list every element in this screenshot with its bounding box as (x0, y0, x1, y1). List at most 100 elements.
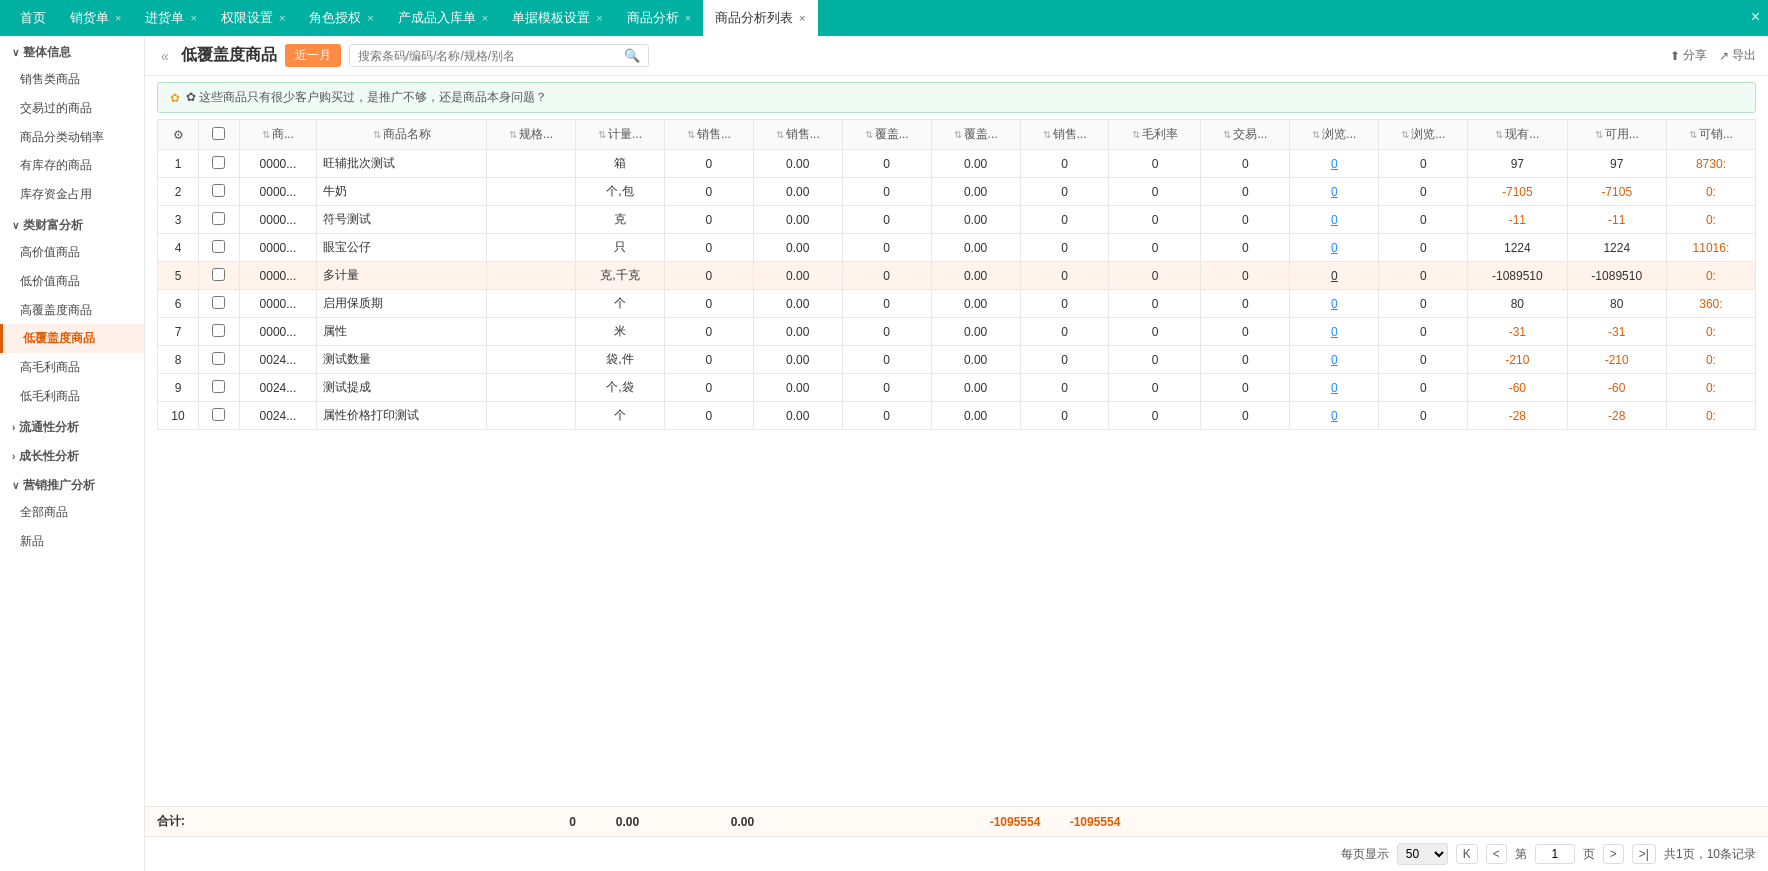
cell-browse1[interactable]: 0 (1290, 262, 1379, 290)
sidebar-group-marketing[interactable]: ∨ 营销推广分析 (0, 469, 144, 498)
row-checkbox[interactable] (212, 212, 225, 225)
sidebar-item-low-value[interactable]: 低价值商品 (0, 267, 144, 296)
col-sales-amount[interactable]: ⇅销售... (753, 120, 842, 150)
nav-product-analysis[interactable]: 商品分析 × (615, 0, 703, 36)
cell-checkbox[interactable] (199, 234, 240, 262)
cell-browse1[interactable]: 0 (1290, 290, 1379, 318)
cell-browse1[interactable]: 0 (1290, 346, 1379, 374)
col-coverage1[interactable]: ⇅覆盖... (842, 120, 931, 150)
cell-checkbox[interactable] (199, 346, 240, 374)
sidebar-item-category-rate[interactable]: 商品分类动销率 (0, 123, 144, 152)
cell-sales-amount: 0.00 (753, 234, 842, 262)
prev-page-button[interactable]: < (1486, 844, 1507, 864)
sidebar-item-low-margin[interactable]: 低毛利商品 (0, 382, 144, 411)
sidebar-item-sales-products[interactable]: 销售类商品 (0, 65, 144, 94)
cell-browse1[interactable]: 0 (1290, 402, 1379, 430)
sidebar-item-high-coverage[interactable]: 高覆盖度商品 (0, 296, 144, 325)
cell-checkbox[interactable] (199, 150, 240, 178)
cell-checkbox[interactable] (199, 262, 240, 290)
page-label: 页 (1583, 846, 1595, 863)
nav-product-analysis-list[interactable]: 商品分析列表 × (703, 0, 817, 36)
cell-checkbox[interactable] (199, 402, 240, 430)
cell-checkbox[interactable] (199, 206, 240, 234)
cell-browse1[interactable]: 0 (1290, 234, 1379, 262)
close-purchase-order-icon[interactable]: × (190, 12, 196, 24)
sidebar-item-traded-products[interactable]: 交易过的商品 (0, 94, 144, 123)
col-gross-margin[interactable]: ⇅毛利率 (1109, 120, 1201, 150)
cell-browse1[interactable]: 0 (1290, 150, 1379, 178)
sidebar-item-all-products[interactable]: 全部商品 (0, 498, 144, 527)
col-sales-count[interactable]: ⇅销售... (664, 120, 753, 150)
share-button[interactable]: ⬆ 分享 (1670, 47, 1707, 64)
row-checkbox[interactable] (212, 240, 225, 253)
close-product-inbound-icon[interactable]: × (482, 12, 488, 24)
sidebar-item-new-products[interactable]: 新品 (0, 527, 144, 556)
sidebar-item-high-value[interactable]: 高价值商品 (0, 238, 144, 267)
cell-checkbox[interactable] (199, 178, 240, 206)
cell-browse1[interactable]: 0 (1290, 206, 1379, 234)
sidebar-group-overall[interactable]: ∨ 整体信息 (0, 36, 144, 65)
sidebar-group-liquidity[interactable]: › 流通性分析 (0, 411, 144, 440)
col-trade[interactable]: ⇅交易... (1201, 120, 1290, 150)
search-icon[interactable]: 🔍 (624, 48, 640, 63)
col-available[interactable]: ⇅可用... (1567, 120, 1666, 150)
col-spec[interactable]: ⇅规格... (487, 120, 576, 150)
next-page-button[interactable]: > (1603, 844, 1624, 864)
col-browse2[interactable]: ⇅浏览... (1379, 120, 1468, 150)
col-unit[interactable]: ⇅计量... (576, 120, 665, 150)
close-template-settings-icon[interactable]: × (596, 12, 602, 24)
row-checkbox[interactable] (212, 352, 225, 365)
row-checkbox[interactable] (212, 156, 225, 169)
nav-role-auth[interactable]: 角色授权 × (297, 0, 385, 36)
last-page-button[interactable]: >| (1632, 844, 1656, 864)
cell-browse1[interactable]: 0 (1290, 318, 1379, 346)
close-sales-order-icon[interactable]: × (115, 12, 121, 24)
row-checkbox[interactable] (212, 324, 225, 337)
col-checkbox[interactable] (199, 120, 240, 150)
first-page-button[interactable]: K (1456, 844, 1478, 864)
col-browse1[interactable]: ⇅浏览... (1290, 120, 1379, 150)
col-sellable[interactable]: ⇅可销... (1666, 120, 1755, 150)
sidebar-item-high-margin[interactable]: 高毛利商品 (0, 353, 144, 382)
row-checkbox[interactable] (212, 268, 225, 281)
row-checkbox[interactable] (212, 408, 225, 421)
current-page-input[interactable] (1535, 844, 1575, 864)
col-settings[interactable]: ⚙ (158, 120, 199, 150)
row-checkbox[interactable] (212, 380, 225, 393)
export-button[interactable]: ↗ 导出 (1719, 47, 1756, 64)
collapse-sidebar-button[interactable]: « (157, 46, 173, 66)
col-name[interactable]: ⇅商品名称 (317, 120, 487, 150)
cell-browse1[interactable]: 0 (1290, 178, 1379, 206)
col-coverage2[interactable]: ⇅覆盖... (931, 120, 1020, 150)
close-product-analysis-list-icon[interactable]: × (799, 12, 805, 24)
close-permission-settings-icon[interactable]: × (279, 12, 285, 24)
col-sales3[interactable]: ⇅销售... (1020, 120, 1109, 150)
row-checkbox[interactable] (212, 184, 225, 197)
table-container[interactable]: ⚙ ⇅商... ⇅商品名称 ⇅规格... ⇅计量... ⇅销售... ⇅销售..… (145, 119, 1768, 806)
close-all-button[interactable]: × (1751, 8, 1760, 26)
nav-sales-order[interactable]: 销货单 × (58, 0, 133, 36)
nav-permission-settings[interactable]: 权限设置 × (209, 0, 297, 36)
sidebar-item-capital-usage[interactable]: 库存资金占用 (0, 180, 144, 209)
cell-browse1[interactable]: 0 (1290, 374, 1379, 402)
close-product-analysis-icon[interactable]: × (685, 12, 691, 24)
sidebar-item-low-coverage[interactable]: 低覆盖度商品 (0, 324, 144, 353)
sidebar-group-growth[interactable]: › 成长性分析 (0, 440, 144, 469)
nav-purchase-order[interactable]: 进货单 × (133, 0, 208, 36)
time-filter-button[interactable]: 近一月 (285, 44, 341, 67)
cell-checkbox[interactable] (199, 374, 240, 402)
nav-home[interactable]: 首页 (8, 0, 58, 36)
row-checkbox[interactable] (212, 296, 225, 309)
cell-checkbox[interactable] (199, 290, 240, 318)
col-code[interactable]: ⇅商... (239, 120, 317, 150)
search-input[interactable] (358, 49, 624, 63)
select-all-checkbox[interactable] (212, 127, 225, 140)
close-role-auth-icon[interactable]: × (367, 12, 373, 24)
cell-checkbox[interactable] (199, 318, 240, 346)
nav-template-settings[interactable]: 单据模板设置 × (500, 0, 614, 36)
sidebar-item-in-stock[interactable]: 有库存的商品 (0, 151, 144, 180)
col-current-stock[interactable]: ⇅现有... (1468, 120, 1567, 150)
page-size-select[interactable]: 50 100 200 (1397, 843, 1448, 865)
nav-product-inbound[interactable]: 产成品入库单 × (386, 0, 500, 36)
sidebar-group-wealth[interactable]: ∨ 类财富分析 (0, 209, 144, 238)
